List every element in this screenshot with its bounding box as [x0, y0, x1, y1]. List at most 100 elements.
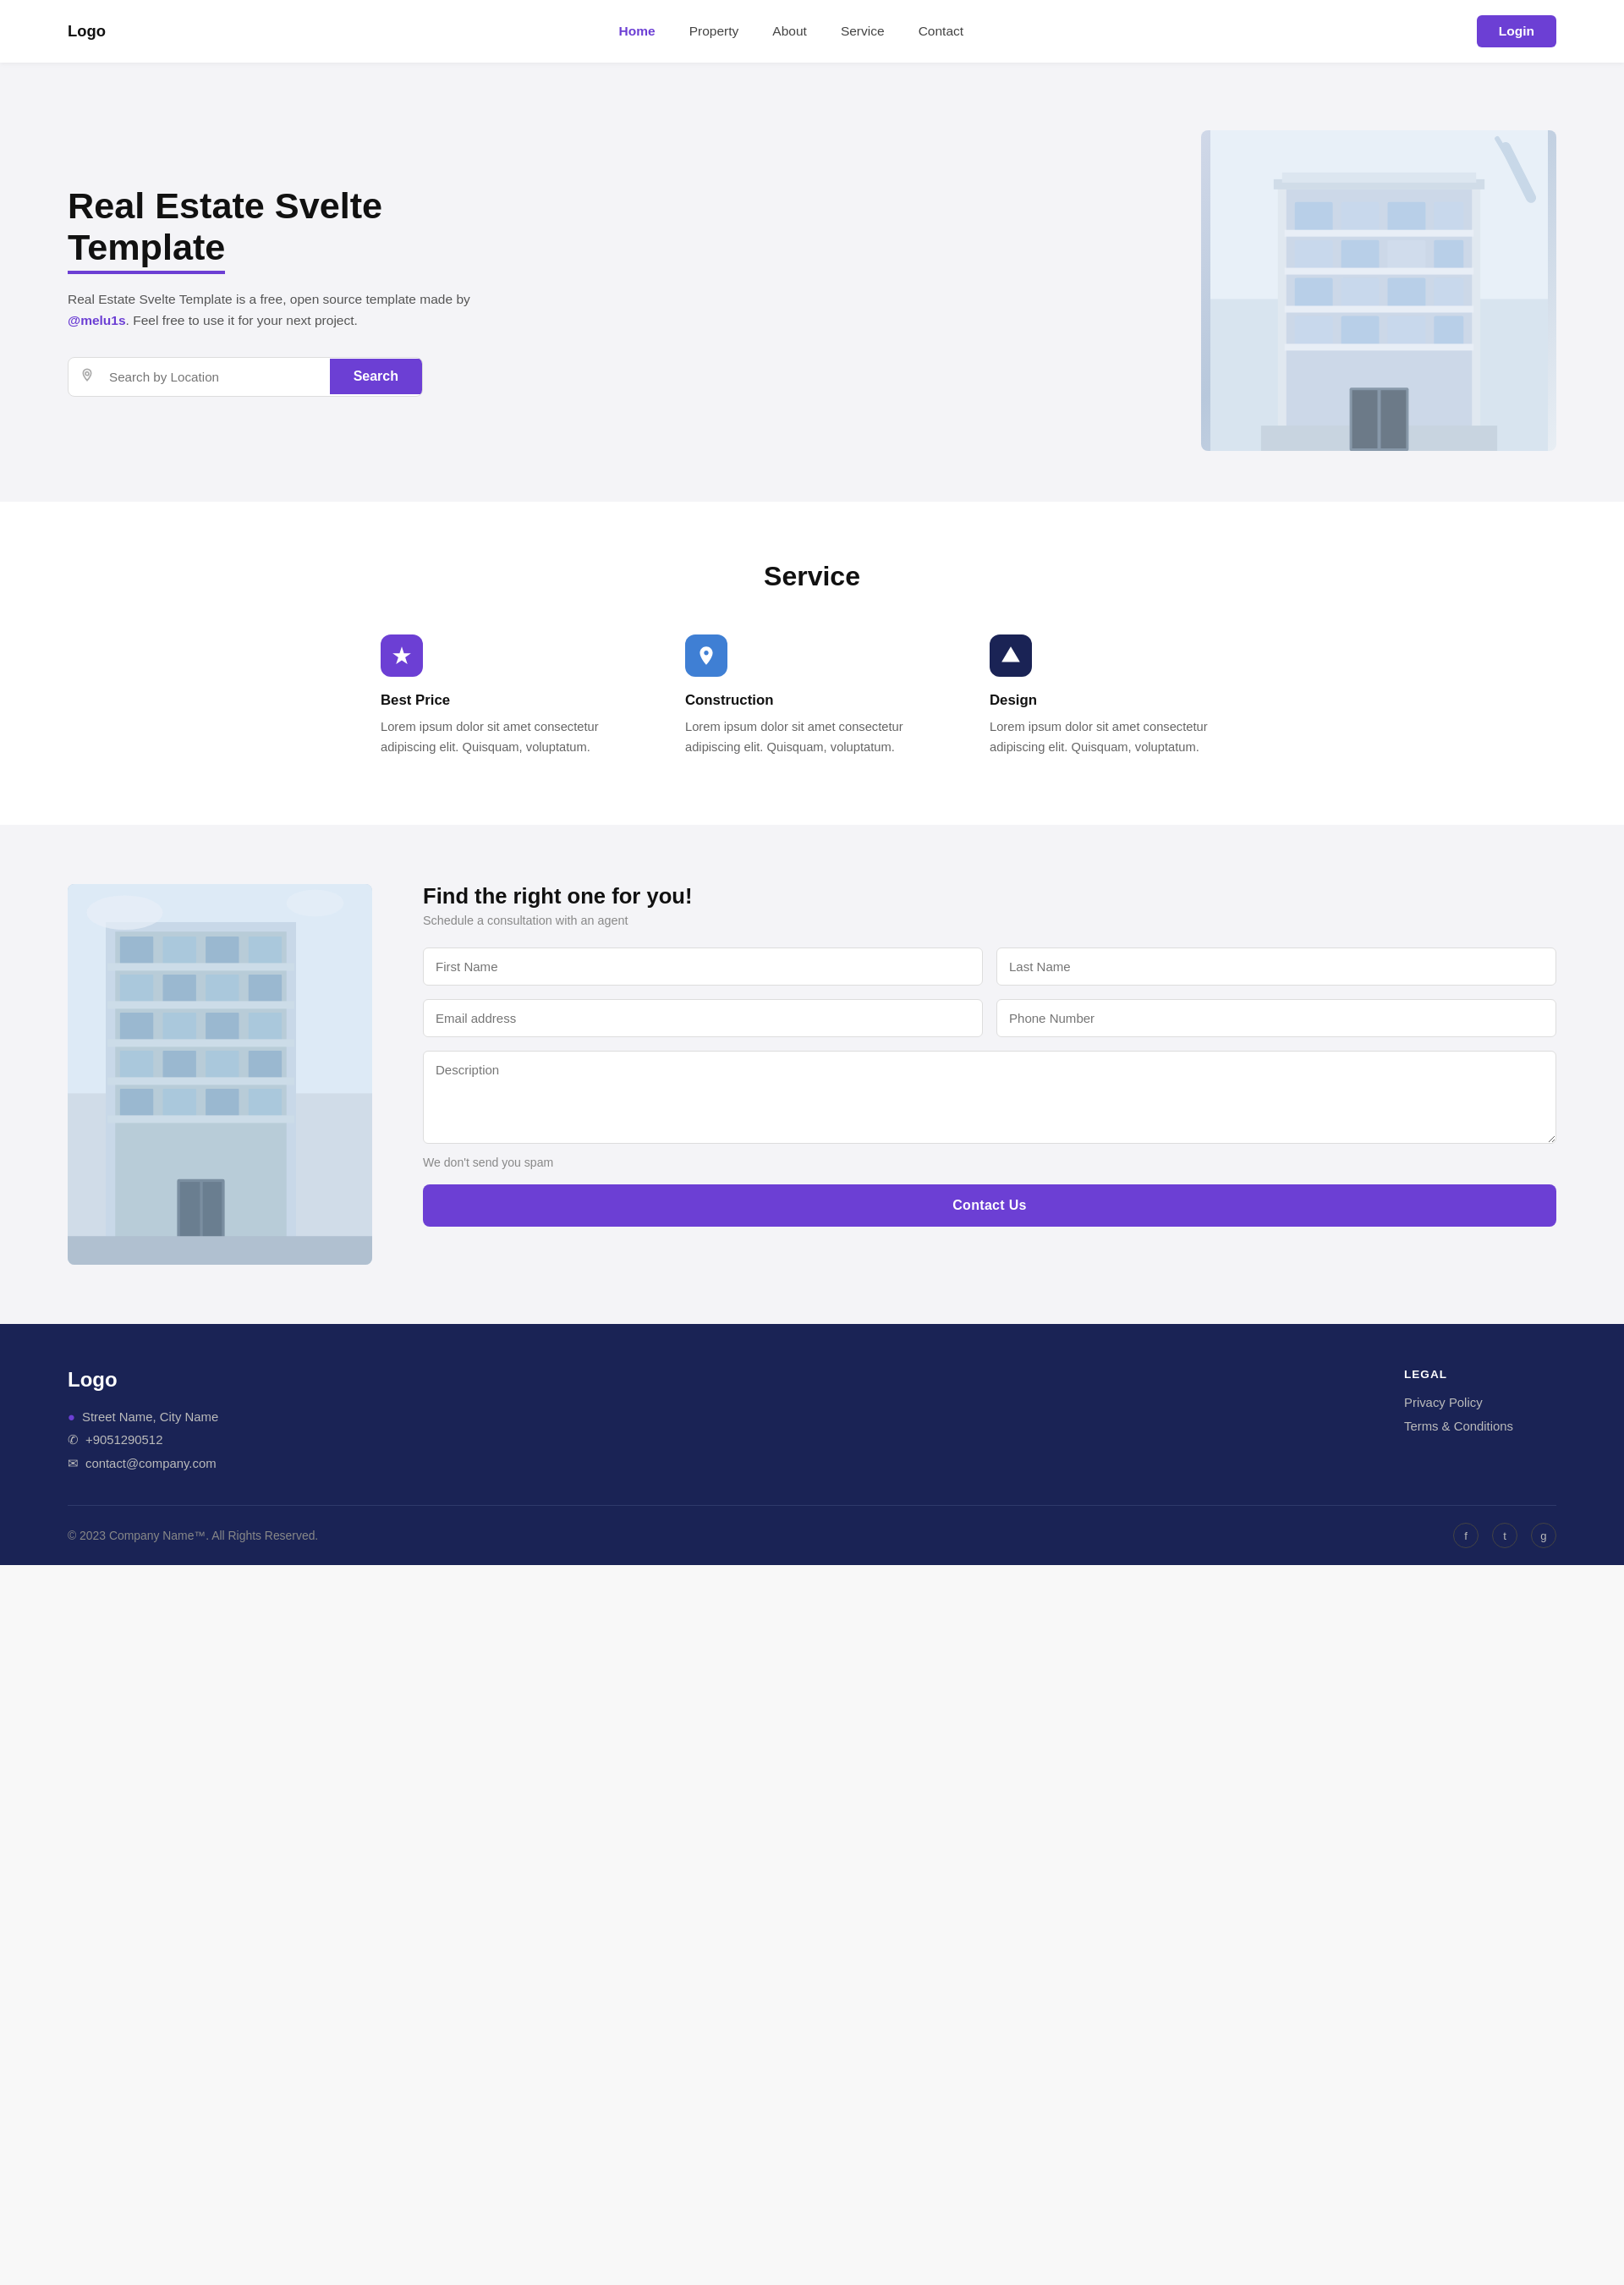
design-desc: Lorem ipsum dolor sit amet consectetur a…: [990, 717, 1243, 757]
find-title: Find the right one for you!: [423, 884, 1556, 909]
svg-rect-30: [1281, 173, 1475, 183]
footer-top: Logo ● Street Name, City Name ✆ +9051290…: [68, 1368, 1556, 1506]
nav-link-home[interactable]: Home: [619, 24, 656, 38]
google-icon[interactable]: g: [1531, 1523, 1556, 1548]
svg-rect-53: [120, 1089, 153, 1118]
name-row: [423, 948, 1556, 986]
footer-legal-heading: LEGAL: [1404, 1368, 1556, 1381]
phone-icon: ✆: [68, 1432, 79, 1447]
svg-rect-47: [206, 1013, 239, 1041]
footer-copyright: © 2023 Company Name™. All Rights Reserve…: [68, 1529, 318, 1542]
svg-rect-43: [206, 975, 239, 1003]
svg-rect-61: [107, 1116, 294, 1123]
svg-rect-41: [120, 975, 153, 1003]
svg-rect-50: [163, 1051, 196, 1079]
footer-social: f t g: [1453, 1523, 1556, 1548]
svg-rect-17: [1294, 316, 1332, 345]
best-price-desc: Lorem ipsum dolor sit amet consectetur a…: [381, 717, 634, 757]
svg-rect-19: [1387, 316, 1425, 345]
svg-rect-15: [1387, 278, 1425, 308]
svg-rect-60: [107, 1078, 294, 1085]
hero-section: Real Estate Svelte Template Real Estate …: [0, 63, 1624, 502]
nav-link-contact[interactable]: Contact: [919, 24, 963, 38]
construction-icon: [685, 634, 727, 677]
last-name-input[interactable]: [996, 948, 1556, 986]
footer-email: ✉ contact@company.com: [68, 1456, 218, 1471]
location-icon: ●: [68, 1410, 75, 1424]
search-bar: Search: [68, 357, 423, 397]
service-section: Service Best Price Lorem ipsum dolor sit…: [0, 502, 1624, 825]
no-spam-text: We don't send you spam: [423, 1156, 1556, 1169]
facebook-icon[interactable]: f: [1453, 1523, 1479, 1548]
svg-rect-58: [107, 1002, 294, 1009]
svg-rect-13: [1294, 278, 1332, 308]
svg-rect-9: [1294, 240, 1332, 270]
nav-link-service[interactable]: Service: [841, 24, 885, 38]
svg-rect-65: [68, 1236, 372, 1265]
svg-rect-40: [249, 937, 282, 965]
phone-input[interactable]: [996, 999, 1556, 1037]
svg-rect-27: [1352, 390, 1377, 448]
service-card-design: Design Lorem ipsum dolor sit amet consec…: [990, 634, 1243, 757]
svg-rect-10: [1341, 240, 1379, 270]
svg-rect-45: [120, 1013, 153, 1041]
svg-rect-6: [1341, 202, 1379, 232]
hero-left: Real Estate Svelte Template Real Estate …: [68, 185, 508, 397]
email-input[interactable]: [423, 999, 983, 1037]
svg-rect-46: [163, 1013, 196, 1041]
find-subtitle: Schedule a consultation with an agent: [423, 914, 1556, 927]
service-card-best-price: Best Price Lorem ipsum dolor sit amet co…: [381, 634, 634, 757]
first-name-input[interactable]: [423, 948, 983, 986]
svg-rect-44: [249, 975, 282, 1003]
construction-desc: Lorem ipsum dolor sit amet consectetur a…: [685, 717, 939, 757]
nav-link-about[interactable]: About: [772, 24, 807, 38]
svg-rect-16: [1434, 278, 1463, 308]
design-icon: [990, 634, 1032, 677]
footer-address: ● Street Name, City Name: [68, 1410, 218, 1424]
svg-rect-56: [249, 1089, 282, 1118]
svg-rect-22: [1284, 268, 1473, 275]
svg-rect-24: [1284, 343, 1473, 350]
location-icon: [69, 358, 102, 396]
svg-point-0: [85, 371, 89, 375]
privacy-policy-link[interactable]: Privacy Policy: [1404, 1396, 1556, 1409]
svg-rect-12: [1434, 240, 1463, 270]
search-input[interactable]: [102, 360, 330, 394]
svg-rect-21: [1284, 230, 1473, 237]
hero-right: [1150, 130, 1556, 451]
description-textarea[interactable]: [423, 1051, 1556, 1144]
service-title: Service: [68, 561, 1556, 592]
footer: Logo ● Street Name, City Name ✆ +9051290…: [0, 1324, 1624, 1565]
footer-phone: ✆ +9051290512: [68, 1432, 218, 1447]
svg-rect-55: [206, 1089, 239, 1118]
svg-point-67: [287, 890, 344, 917]
svg-rect-8: [1434, 202, 1463, 232]
svg-rect-39: [206, 937, 239, 965]
nav-link-property[interactable]: Property: [689, 24, 739, 38]
svg-rect-52: [249, 1051, 282, 1079]
hero-building-image: [1201, 130, 1556, 451]
hero-description: Real Estate Svelte Template is a free, o…: [68, 289, 508, 332]
svg-rect-38: [163, 937, 196, 965]
twitter-icon[interactable]: t: [1492, 1523, 1517, 1548]
contact-button[interactable]: Contact Us: [423, 1184, 1556, 1227]
best-price-icon: [381, 634, 423, 677]
contact-row: [423, 999, 1556, 1037]
hero-author-link[interactable]: @melu1s: [68, 313, 126, 327]
find-form: Find the right one for you! Schedule a c…: [423, 884, 1556, 1265]
terms-conditions-link[interactable]: Terms & Conditions: [1404, 1420, 1556, 1433]
svg-rect-14: [1341, 278, 1379, 308]
login-button[interactable]: Login: [1477, 15, 1556, 47]
navbar-logo: Logo: [68, 22, 106, 41]
footer-logo: Logo: [68, 1368, 218, 1392]
svg-rect-57: [107, 964, 294, 971]
navbar-links: Home Property About Service Contact: [619, 24, 964, 39]
svg-rect-51: [206, 1051, 239, 1079]
service-cards: Best Price Lorem ipsum dolor sit amet co…: [68, 634, 1556, 757]
construction-title: Construction: [685, 692, 939, 709]
svg-rect-7: [1387, 202, 1425, 232]
svg-rect-11: [1387, 240, 1425, 270]
svg-rect-54: [163, 1089, 196, 1118]
search-button[interactable]: Search: [330, 359, 422, 394]
design-title: Design: [990, 692, 1243, 709]
